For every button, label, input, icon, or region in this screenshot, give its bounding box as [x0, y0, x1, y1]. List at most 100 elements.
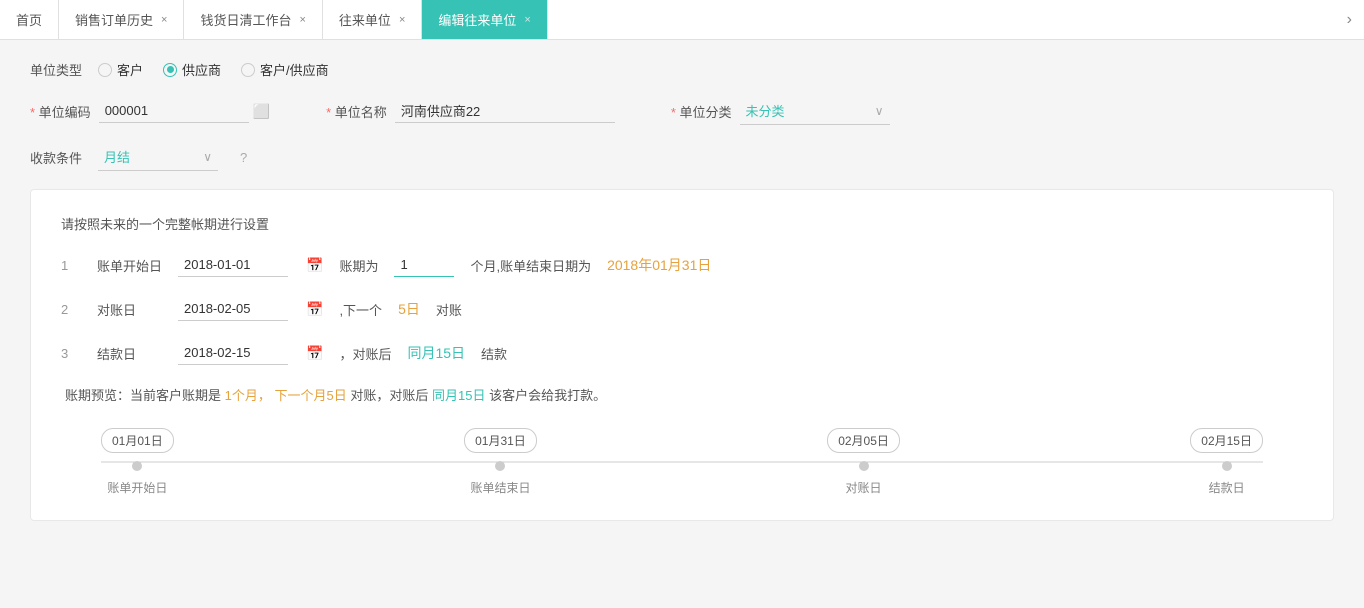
- period-suffix-pre-2: ,下一个: [339, 300, 382, 319]
- tab-sales-history-close[interactable]: ×: [161, 14, 167, 26]
- timeline-dot-3: [1222, 461, 1232, 471]
- period-date-1-input[interactable]: [178, 253, 288, 277]
- unit-type-radio-group: 客户 供应商 客户/供应商: [98, 60, 329, 79]
- page-content: 单位类型 客户 供应商 客户/供应商 单位编码 ⬜ 单位名: [0, 40, 1364, 608]
- tab-partner-close[interactable]: ×: [399, 14, 405, 26]
- radio-both-label: 客户/供应商: [260, 60, 329, 79]
- period-highlight-pre-2: 5日: [398, 299, 420, 319]
- unit-name-input[interactable]: [395, 99, 615, 123]
- unit-code-group: 单位编码 ⬜: [30, 99, 270, 123]
- unit-name-group: 单位名称: [326, 99, 615, 123]
- timeline-nodes: 01月01日 账单开始日 01月31日 账单结束日 02月05日 对账日 02月…: [101, 428, 1263, 496]
- timeline-date-3: 02月15日: [1190, 428, 1263, 453]
- timeline-dot-1: [495, 461, 505, 471]
- tab-more-button[interactable]: ›: [1335, 0, 1364, 39]
- payment-terms-select[interactable]: 月结 ∨: [98, 143, 218, 171]
- radio-supplier-label: 供应商: [182, 60, 221, 79]
- radio-customer[interactable]: 客户: [98, 60, 143, 79]
- preview-label: 账期预览：当前客户账期是: [65, 388, 221, 403]
- period-label-1: 账单开始日: [97, 256, 162, 275]
- period-suffix-mid-1: 个月,账单结束日期为: [470, 256, 591, 275]
- unit-category-label: 单位分类: [671, 102, 732, 121]
- period-suffix-pre-3: ，对账后: [339, 344, 391, 363]
- payment-terms-row: 收款条件 月结 ∨ ?: [30, 143, 1334, 171]
- unit-category-value: 未分类: [746, 101, 871, 120]
- unit-category-select[interactable]: 未分类 ∨: [740, 97, 890, 125]
- preview-text: 账期预览：当前客户账期是 1个月， 下一个月5日 对账，对账后 同月15日 该客…: [61, 385, 1303, 404]
- tab-partner-label: 往来单位: [339, 10, 391, 29]
- unit-type-label: 单位类型: [30, 60, 82, 79]
- period-date-3-input[interactable]: [178, 341, 288, 365]
- tab-edit-partner-close[interactable]: ×: [524, 14, 530, 26]
- timeline-date-1: 01月31日: [464, 428, 537, 453]
- radio-both-circle: [241, 63, 255, 77]
- unit-type-row: 单位类型 客户 供应商 客户/供应商: [30, 60, 1334, 79]
- panel-description: 请按照未来的一个完整帐期进行设置: [61, 214, 1303, 233]
- tab-cash-workbench[interactable]: 钱货日清工作台 ×: [184, 0, 322, 39]
- period-months-input[interactable]: [394, 253, 454, 277]
- timeline-label-0: 账单开始日: [107, 479, 167, 496]
- radio-supplier-circle: [163, 63, 177, 77]
- tab-edit-partner-label: 编辑往来单位: [438, 10, 516, 29]
- radio-customer-circle: [98, 63, 112, 77]
- unit-code-label: 单位编码: [30, 102, 91, 121]
- period-num-3: 3: [61, 346, 81, 361]
- period-cal-3-icon[interactable]: 📅: [306, 345, 323, 362]
- timeline-label-1: 账单结束日: [470, 479, 530, 496]
- tab-cash-workbench-close[interactable]: ×: [299, 14, 305, 26]
- payment-terms-value: 月结: [104, 147, 199, 166]
- tab-sales-history-label: 销售订单历史: [75, 10, 153, 29]
- tab-cash-workbench-label: 钱货日清工作台: [200, 10, 291, 29]
- period-cal-1-icon[interactable]: 📅: [306, 257, 323, 274]
- period-row-2: 2 对账日 📅 ,下一个 5日 对账: [61, 297, 1303, 321]
- timeline-node-3: 02月15日 结款日: [1190, 428, 1263, 496]
- unit-category-arrow-icon: ∨: [875, 104, 884, 118]
- preview-mid: 对账，对账后: [350, 388, 428, 403]
- tab-home-label: 首页: [16, 10, 42, 29]
- unit-code-input[interactable]: [99, 99, 249, 123]
- period-end-date-1: 2018年01月31日: [607, 255, 711, 275]
- timeline-label-3: 结款日: [1209, 479, 1245, 496]
- period-num-1: 1: [61, 258, 81, 273]
- period-label-3: 结款日: [97, 344, 162, 363]
- tab-sales-history[interactable]: 销售订单历史 ×: [59, 0, 184, 39]
- payment-terms-label: 收款条件: [30, 148, 82, 167]
- timeline-node-1: 01月31日 账单结束日: [464, 428, 537, 496]
- preview-part2: 下一个月5日: [275, 388, 347, 403]
- preview-end: 该客户会给我打款。: [489, 388, 606, 403]
- preview-part3: 同月15日: [432, 388, 485, 403]
- period-highlight-post-3: 同月15日: [407, 343, 465, 363]
- period-suffix-post-3: 结款: [481, 344, 507, 363]
- payment-terms-arrow-icon: ∨: [203, 150, 212, 164]
- timeline-date-2: 02月05日: [827, 428, 900, 453]
- timeline-dot-0: [132, 461, 142, 471]
- radio-customer-label: 客户: [117, 60, 143, 79]
- period-cal-2-icon[interactable]: 📅: [306, 301, 323, 318]
- period-suffix-post-2: 对账: [436, 300, 462, 319]
- tab-home[interactable]: 首页: [0, 0, 59, 39]
- preview-part1: 1个月，: [225, 388, 271, 403]
- tab-partner[interactable]: 往来单位 ×: [323, 0, 422, 39]
- unit-info-row: 单位编码 ⬜ 单位名称 单位分类 未分类 ∨: [30, 97, 1334, 125]
- radio-supplier[interactable]: 供应商: [163, 60, 221, 79]
- payment-terms-help-icon[interactable]: ?: [240, 150, 247, 165]
- timeline-dot-2: [859, 461, 869, 471]
- period-num-2: 2: [61, 302, 81, 317]
- unit-code-wrapper: ⬜: [99, 99, 270, 123]
- unit-name-label: 单位名称: [326, 102, 387, 121]
- timeline-label-2: 对账日: [846, 479, 882, 496]
- period-date-2-input[interactable]: [178, 297, 288, 321]
- unit-code-copy-icon[interactable]: ⬜: [253, 103, 270, 120]
- period-label-2: 对账日: [97, 300, 162, 319]
- tab-edit-partner[interactable]: 编辑往来单位 ×: [422, 0, 547, 39]
- timeline-node-2: 02月05日 对账日: [827, 428, 900, 496]
- period-settings-panel: 请按照未来的一个完整帐期进行设置 1 账单开始日 📅 账期为 个月,账单结束日期…: [30, 189, 1334, 521]
- radio-both[interactable]: 客户/供应商: [241, 60, 329, 79]
- unit-category-group: 单位分类 未分类 ∨: [671, 97, 890, 125]
- tab-bar: 首页 销售订单历史 × 钱货日清工作台 × 往来单位 × 编辑往来单位 × ›: [0, 0, 1364, 40]
- period-row-1: 1 账单开始日 📅 账期为 个月,账单结束日期为 2018年01月31日: [61, 253, 1303, 277]
- timeline-date-0: 01月01日: [101, 428, 174, 453]
- period-suffix-pre-1: 账期为: [339, 256, 378, 275]
- period-row-3: 3 结款日 📅 ，对账后 同月15日 结款: [61, 341, 1303, 365]
- timeline-node-0: 01月01日 账单开始日: [101, 428, 174, 496]
